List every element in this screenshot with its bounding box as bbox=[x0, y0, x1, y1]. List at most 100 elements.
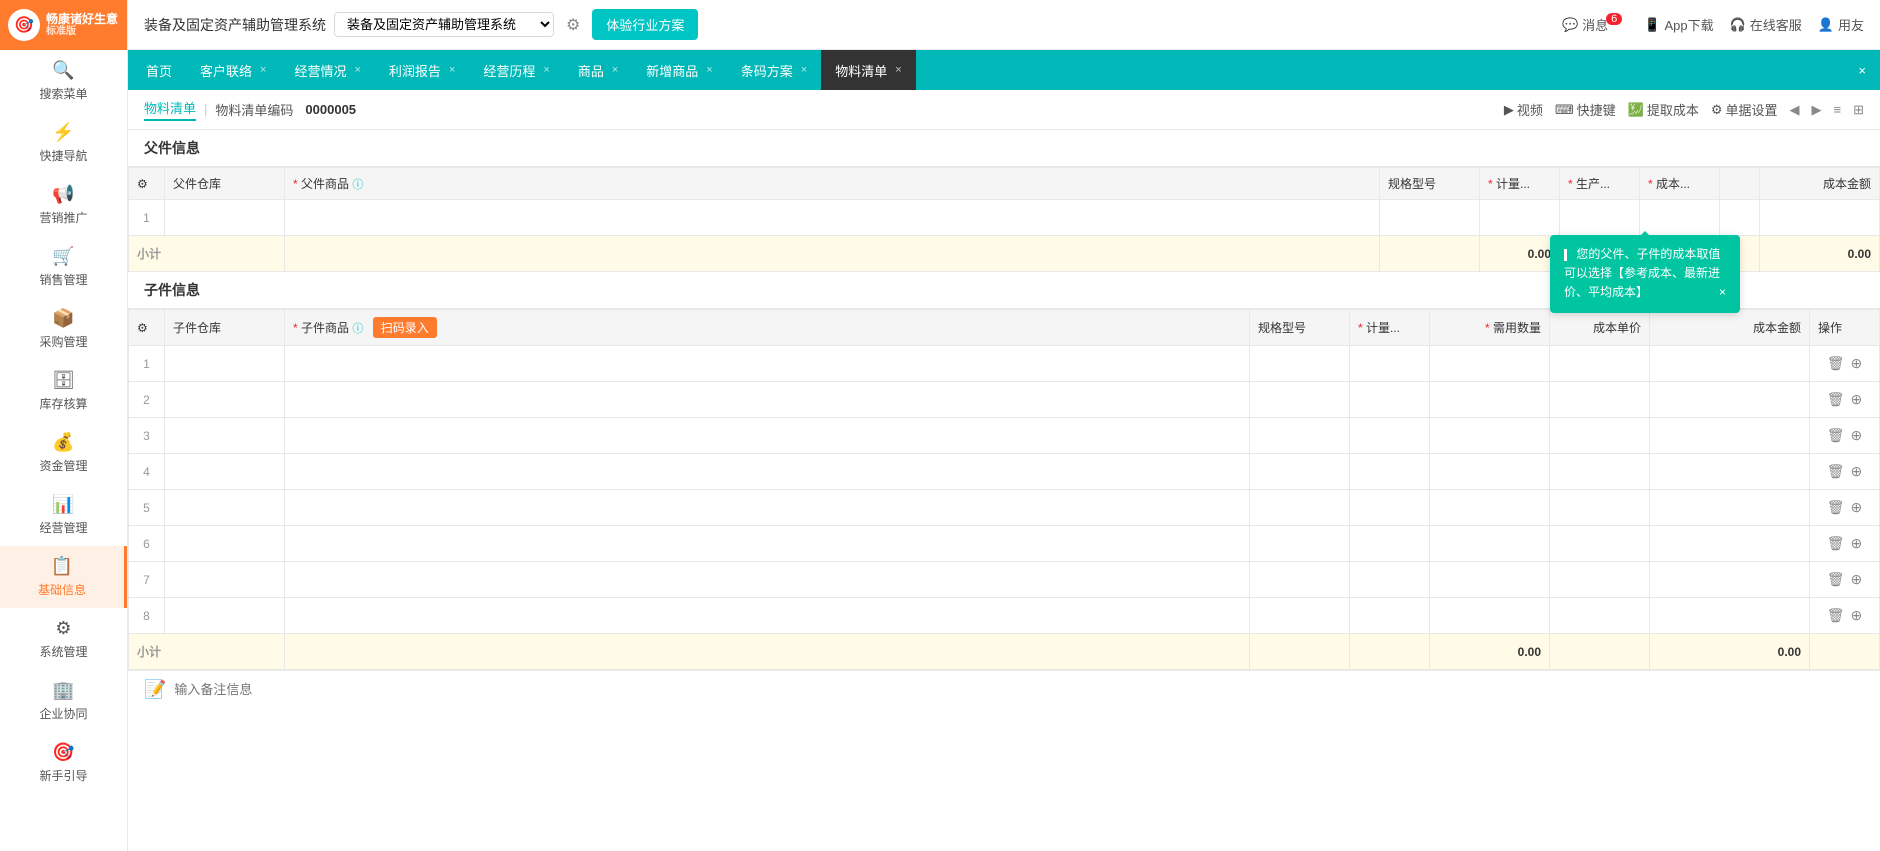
system-select[interactable]: 装备及固定资产辅助管理系统 bbox=[334, 12, 554, 37]
copy-icon[interactable]: ⊕ bbox=[1851, 427, 1863, 444]
child-required-qty-cell[interactable] bbox=[1430, 454, 1550, 490]
app-download-item[interactable]: 📱 App下载 bbox=[1644, 15, 1713, 34]
child-spec-cell[interactable] bbox=[1250, 382, 1350, 418]
extract-cost-action[interactable]: 💹 提取成本 bbox=[1628, 100, 1699, 119]
tab-close-icon[interactable]: × bbox=[354, 64, 360, 76]
tab-close-icon[interactable]: × bbox=[801, 64, 807, 76]
child-goods-cell[interactable] bbox=[285, 562, 1250, 598]
child-goods-cell[interactable] bbox=[285, 598, 1250, 634]
tab-close-icon[interactable]: × bbox=[706, 64, 712, 76]
copy-icon[interactable]: ⊕ bbox=[1851, 535, 1863, 552]
parent-warehouse-cell[interactable] bbox=[165, 200, 285, 236]
child-cost-price-cell[interactable] bbox=[1550, 454, 1650, 490]
child-warehouse-cell[interactable] bbox=[165, 454, 285, 490]
child-goods-cell[interactable] bbox=[285, 346, 1250, 382]
child-warehouse-cell[interactable] bbox=[165, 526, 285, 562]
child-required-qty-cell[interactable] bbox=[1430, 346, 1550, 382]
child-qty-unit-cell[interactable] bbox=[1350, 346, 1430, 382]
child-required-qty-cell[interactable] bbox=[1430, 598, 1550, 634]
sidebar-item-purchase[interactable]: 📦 采购管理 bbox=[0, 298, 127, 360]
shortcut-action[interactable]: ⌨ 快捷键 bbox=[1555, 100, 1616, 119]
copy-icon[interactable]: ⊕ bbox=[1851, 463, 1863, 480]
copy-icon[interactable]: ⊕ bbox=[1851, 607, 1863, 624]
child-cost-price-cell[interactable] bbox=[1550, 526, 1650, 562]
nav-next-icon[interactable]: ▶ bbox=[1812, 102, 1822, 118]
child-warehouse-cell[interactable] bbox=[165, 382, 285, 418]
sidebar-item-sales[interactable]: 🛒 销售管理 bbox=[0, 236, 127, 298]
child-col-settings[interactable]: ⚙ bbox=[129, 310, 165, 346]
sidebar-item-system[interactable]: ⚙ 系统管理 bbox=[0, 608, 127, 670]
tooltip-close-button[interactable]: × bbox=[1719, 283, 1726, 302]
child-qty-unit-cell[interactable] bbox=[1350, 382, 1430, 418]
child-qty-unit-cell[interactable] bbox=[1350, 562, 1430, 598]
tab-close-icon[interactable]: × bbox=[543, 64, 549, 76]
delete-icon[interactable]: 🗑 bbox=[1827, 571, 1845, 588]
child-required-qty-cell[interactable] bbox=[1430, 526, 1550, 562]
tab-close-icon[interactable]: × bbox=[612, 64, 618, 76]
parent-prod-unit-cell[interactable] bbox=[1560, 200, 1640, 236]
sidebar-item-operations[interactable]: 📊 经营管理 bbox=[0, 484, 127, 546]
video-action[interactable]: ▶ 视频 bbox=[1504, 100, 1543, 119]
child-warehouse-cell[interactable] bbox=[165, 346, 285, 382]
delete-icon[interactable]: 🗑 bbox=[1827, 607, 1845, 624]
delete-icon[interactable]: 🗑 bbox=[1827, 463, 1845, 480]
child-required-qty-cell[interactable] bbox=[1430, 418, 1550, 454]
child-qty-unit-cell[interactable] bbox=[1350, 598, 1430, 634]
tab-profit[interactable]: 利润报告 × bbox=[375, 50, 469, 90]
child-qty-unit-cell[interactable] bbox=[1350, 454, 1430, 490]
child-cost-price-cell[interactable] bbox=[1550, 346, 1650, 382]
child-spec-cell[interactable] bbox=[1250, 454, 1350, 490]
grid-view-icon[interactable]: ⊞ bbox=[1853, 102, 1864, 118]
tab-home[interactable]: 首页 bbox=[132, 50, 186, 90]
single-settings-action[interactable]: ⚙ 单据设置 bbox=[1711, 100, 1778, 119]
tab-goods[interactable]: 商品 × bbox=[564, 50, 632, 90]
tab-barcode[interactable]: 条码方案 × bbox=[727, 50, 821, 90]
copy-icon[interactable]: ⊕ bbox=[1851, 355, 1863, 372]
tab-operations[interactable]: 经营情况 × bbox=[280, 50, 374, 90]
child-goods-cell[interactable] bbox=[285, 418, 1250, 454]
child-warehouse-cell[interactable] bbox=[165, 490, 285, 526]
child-cost-price-cell[interactable] bbox=[1550, 418, 1650, 454]
copy-icon[interactable]: ⊕ bbox=[1851, 391, 1863, 408]
child-spec-cell[interactable] bbox=[1250, 418, 1350, 454]
sidebar-item-newbie[interactable]: 🎯 新手引导 bbox=[0, 732, 127, 794]
nav-prev-icon[interactable]: ◀ bbox=[1790, 102, 1800, 118]
settings-icon[interactable]: ⚙ bbox=[562, 11, 584, 39]
child-spec-cell[interactable] bbox=[1250, 490, 1350, 526]
delete-icon[interactable]: 🗑 bbox=[1827, 535, 1845, 552]
sidebar-item-finance[interactable]: 💰 资金管理 bbox=[0, 422, 127, 484]
tab-close-icon[interactable]: × bbox=[449, 64, 455, 76]
parent-col-settings[interactable]: ⚙ bbox=[129, 168, 165, 200]
tab-customer[interactable]: 客户联络 × bbox=[186, 50, 280, 90]
remark-input[interactable] bbox=[174, 682, 1864, 697]
sidebar-item-marketing[interactable]: 📢 营销推广 bbox=[0, 174, 127, 236]
parent-goods-cell[interactable] bbox=[285, 200, 1380, 236]
child-qty-unit-cell[interactable] bbox=[1350, 490, 1430, 526]
close-all-tabs[interactable]: × bbox=[1848, 63, 1876, 78]
child-warehouse-cell[interactable] bbox=[165, 598, 285, 634]
child-goods-cell[interactable] bbox=[285, 454, 1250, 490]
list-view-icon[interactable]: ≡ bbox=[1834, 102, 1842, 117]
child-cost-price-cell[interactable] bbox=[1550, 598, 1650, 634]
tab-add-goods[interactable]: 新增商品 × bbox=[632, 50, 726, 90]
tab-close-icon[interactable]: × bbox=[260, 64, 266, 76]
sidebar-item-inventory[interactable]: 🗄 库存核算 bbox=[0, 360, 127, 422]
child-spec-cell[interactable] bbox=[1250, 346, 1350, 382]
breadcrumb-bom[interactable]: 物料清单 bbox=[144, 98, 196, 121]
delete-icon[interactable]: 🗑 bbox=[1827, 355, 1845, 372]
child-goods-cell[interactable] bbox=[285, 490, 1250, 526]
parent-qty-unit-cell[interactable] bbox=[1480, 200, 1560, 236]
sidebar-item-quick-nav[interactable]: ⚡ 快捷导航 bbox=[0, 112, 127, 174]
child-spec-cell[interactable] bbox=[1250, 526, 1350, 562]
child-warehouse-cell[interactable] bbox=[165, 562, 285, 598]
sidebar-item-basic-info[interactable]: 📋 基础信息 bbox=[0, 546, 127, 608]
delete-icon[interactable]: 🗑 bbox=[1827, 427, 1845, 444]
child-qty-unit-cell[interactable] bbox=[1350, 418, 1430, 454]
child-cost-price-cell[interactable] bbox=[1550, 382, 1650, 418]
child-goods-cell[interactable] bbox=[285, 382, 1250, 418]
child-cost-price-cell[interactable] bbox=[1550, 490, 1650, 526]
message-item[interactable]: 💬 消息 6 bbox=[1562, 15, 1628, 34]
parent-cost-unit-cell[interactable] bbox=[1640, 200, 1720, 236]
tab-history[interactable]: 经营历程 × bbox=[469, 50, 563, 90]
child-goods-cell[interactable] bbox=[285, 526, 1250, 562]
